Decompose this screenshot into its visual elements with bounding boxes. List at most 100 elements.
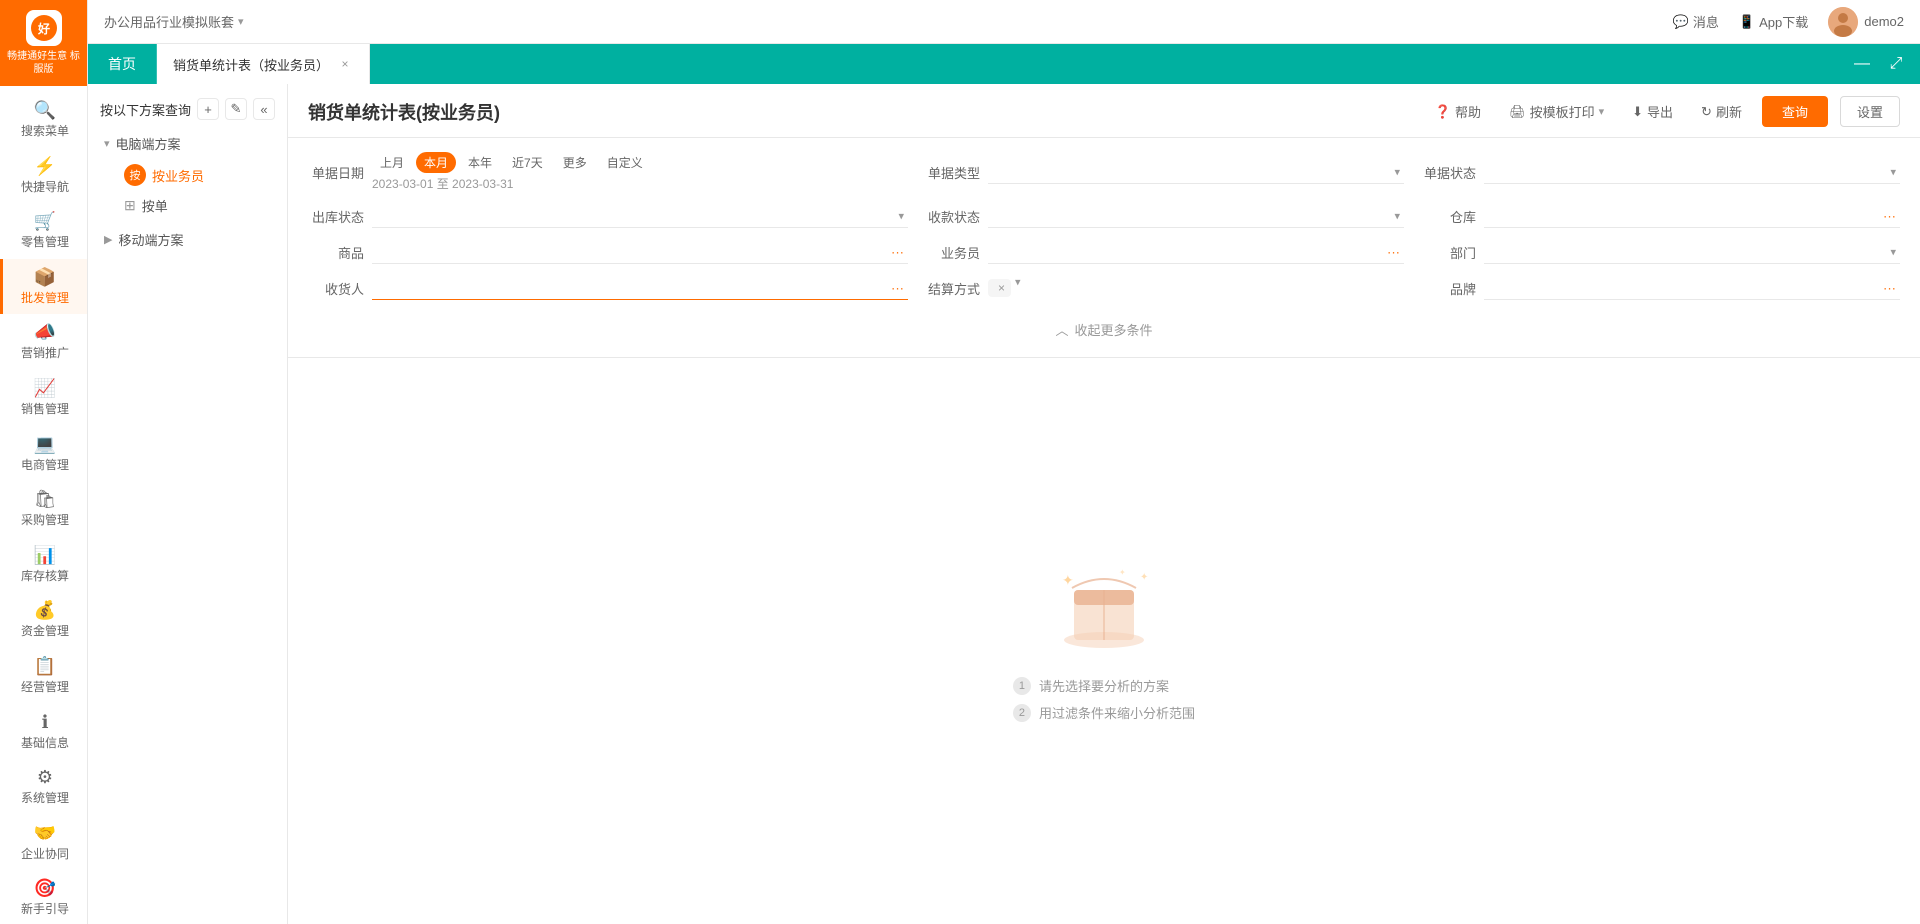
tree-item-mobile-scheme[interactable]: ▶ 移动端方案 [88, 224, 287, 255]
pay-status-input[interactable] [988, 204, 1404, 228]
app-download-button[interactable]: 📱 App下载 [1739, 12, 1808, 31]
brand-dots-icon[interactable]: ··· [1883, 281, 1896, 296]
settings-button[interactable]: 设置 [1840, 96, 1900, 127]
department-input[interactable] [1484, 240, 1900, 264]
doc-type-control: ▾ [988, 160, 1404, 184]
topbar-title[interactable]: 办公用品行业模拟账套 ▾ [104, 12, 244, 31]
mobile-scheme-label: 移动端方案 [118, 230, 183, 249]
sidebar-item-marketing[interactable]: 📣 营销推广 [0, 314, 87, 370]
logo-area[interactable]: 好 畅捷通好生意 标服版 [0, 0, 87, 86]
doc-type-dropdown-icon[interactable]: ▾ [1394, 166, 1400, 179]
message-button[interactable]: 💬 消息 [1673, 12, 1719, 31]
chevron-icon: ▾ [104, 137, 110, 150]
tab-active[interactable]: 销货单统计表（按业务员） × [157, 44, 370, 84]
settlement-tag-close[interactable]: × [998, 281, 1005, 295]
query-button[interactable]: 查询 [1762, 96, 1828, 127]
out-status-dropdown-icon[interactable]: ▾ [898, 210, 904, 223]
date-tab-more[interactable]: 更多 [555, 152, 595, 173]
panel-header: 按以下方案查询 + ✎ « [88, 94, 287, 128]
hint-num-2: 2 [1013, 704, 1031, 722]
tabbar: 首页 销货单统计表（按业务员） × — ⤢ [88, 44, 1920, 84]
settlement-control: × ▾ [988, 279, 1404, 297]
sidebar-item-collab[interactable]: 🤝 企业协同 [0, 815, 87, 871]
sidebar-item-retail[interactable]: 🛒 零售管理 [0, 203, 87, 259]
salesman-input[interactable] [988, 240, 1404, 264]
collapse-icon: « [260, 102, 267, 117]
page-header-actions: ❓ 帮助 🖨 按模板打印 ▾ ⬇ 导出 ↻ 刷新 [1427, 96, 1900, 127]
out-status-control: ▾ [372, 204, 908, 228]
add-scheme-button[interactable]: + [197, 98, 219, 120]
minimize-button[interactable]: — [1848, 50, 1876, 78]
sidebar-item-finance[interactable]: 💰 资金管理 [0, 592, 87, 648]
sidebar-item-system[interactable]: ⚙ 系统管理 [0, 759, 87, 815]
date-tab-custom[interactable]: 自定义 [599, 152, 651, 173]
sidebar-item-purchase[interactable]: 🛍 采购管理 [0, 481, 87, 537]
receiver-label: 收货人 [308, 279, 364, 298]
department-dropdown-icon[interactable]: ▾ [1890, 246, 1896, 259]
warehouse-input[interactable] [1484, 204, 1900, 228]
money-icon: 💰 [34, 600, 56, 621]
sidebar-item-guide[interactable]: 🎯 新手引导 [0, 870, 87, 924]
tree-item-pc-scheme[interactable]: ▾ 电脑端方案 [88, 128, 287, 159]
sidebar-item-basics[interactable]: ℹ 基础信息 [0, 704, 87, 760]
doc-status-input[interactable] [1484, 160, 1900, 184]
pay-status-dropdown-icon[interactable]: ▾ [1394, 210, 1400, 223]
collapse-button[interactable]: ︿ 收起更多条件 [308, 312, 1900, 343]
topbar-title-text: 办公用品行业模拟账套 [104, 12, 234, 31]
tree-child-order[interactable]: ⊞ 按单 [88, 191, 287, 220]
receiver-dots-icon[interactable]: ··· [891, 281, 904, 296]
pay-status-control: ▾ [988, 204, 1404, 228]
tab-close-button[interactable]: × [337, 56, 353, 72]
sidebar-item-inventory[interactable]: 📊 库存核算 [0, 537, 87, 593]
message-icon: 💬 [1673, 14, 1689, 30]
filter-field-salesman: 业务员 ··· [924, 240, 1404, 264]
right-main: 销货单统计表(按业务员) ❓ 帮助 🖨 按模板打印 ▾ ⬇ 导出 [288, 84, 1920, 924]
doc-status-dropdown-icon[interactable]: ▾ [1890, 166, 1896, 179]
left-panel: 按以下方案查询 + ✎ « ▾ 电脑端方案 按 [88, 84, 288, 924]
sidebar-item-ecommerce[interactable]: 💻 电商管理 [0, 426, 87, 482]
sidebar-item-operations[interactable]: 📋 经营管理 [0, 648, 87, 704]
megaphone-icon: 📣 [34, 322, 56, 343]
pay-status-label: 收款状态 [924, 207, 980, 226]
sidebar-item-label: 营销推广 [21, 346, 69, 362]
sidebar-item-label: 资金管理 [21, 624, 69, 640]
date-tab-7days[interactable]: 近7天 [504, 152, 551, 173]
sidebar-item-label: 批发管理 [21, 291, 69, 307]
sidebar-item-sales[interactable]: 📈 销售管理 [0, 370, 87, 426]
filter-field-receiver: 收货人 ··· [308, 276, 908, 300]
date-tabs: 上月 本月 本年 近7天 更多 自定义 [372, 152, 908, 173]
date-tab-this-month[interactable]: 本月 [416, 152, 456, 173]
brand-input[interactable] [1484, 276, 1900, 300]
out-status-input[interactable] [372, 204, 908, 228]
filter-row-2: 出库状态 ▾ 收款状态 ▾ 仓库 [308, 204, 1900, 228]
warehouse-dots-icon[interactable]: ··· [1883, 209, 1896, 224]
search-icon: 🔍 [34, 100, 56, 121]
sidebar-item-wholesale[interactable]: 📦 批发管理 [0, 259, 87, 315]
print-dropdown-icon[interactable]: ▾ [1599, 105, 1605, 118]
filter-field-pay-status: 收款状态 ▾ [924, 204, 1404, 228]
tree-child-salesman[interactable]: 按 按业务员 [88, 159, 287, 191]
sidebar-item-label: 基础信息 [21, 736, 69, 752]
salesman-dots-icon[interactable]: ··· [1387, 245, 1400, 260]
user-avatar-area[interactable]: demo2 [1828, 7, 1904, 37]
add-icon: + [204, 102, 212, 117]
print-button[interactable]: 🖨 按模板打印 ▾ [1501, 98, 1612, 125]
goods-input[interactable] [372, 240, 908, 264]
collapse-panel-button[interactable]: « [253, 98, 275, 120]
date-tab-this-year[interactable]: 本年 [460, 152, 500, 173]
settlement-dropdown-icon[interactable]: ▾ [1015, 275, 1021, 288]
export-button[interactable]: ⬇ 导出 [1624, 98, 1681, 125]
topbar-dropdown-icon[interactable]: ▾ [238, 15, 244, 28]
sidebar-item-quicknav[interactable]: ⚡ 快捷导航 [0, 148, 87, 204]
date-tab-last-month[interactable]: 上月 [372, 152, 412, 173]
goods-dots-icon[interactable]: ··· [891, 245, 904, 260]
help-button[interactable]: ❓ 帮助 [1427, 98, 1489, 125]
refresh-button[interactable]: ↻ 刷新 [1693, 98, 1750, 125]
sidebar-item-search[interactable]: 🔍 搜索菜单 [0, 92, 87, 148]
maximize-button[interactable]: ⤢ [1882, 50, 1910, 78]
doc-type-input[interactable] [988, 160, 1404, 184]
tab-home[interactable]: 首页 [88, 44, 157, 84]
pc-scheme-label: 电脑端方案 [116, 134, 181, 153]
edit-scheme-button[interactable]: ✎ [225, 98, 247, 120]
receiver-input[interactable] [372, 276, 908, 300]
